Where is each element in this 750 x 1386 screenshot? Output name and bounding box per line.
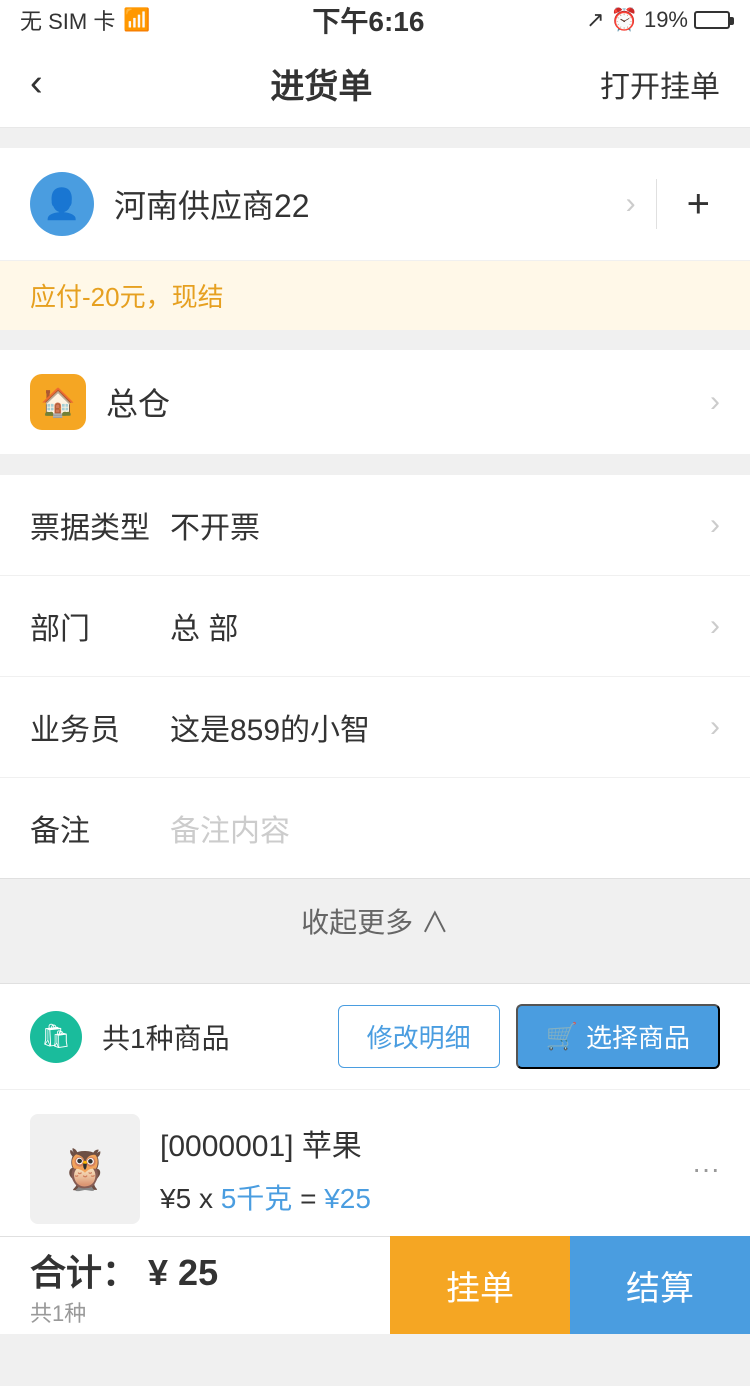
product-more-button[interactable]: ··· (692, 1153, 720, 1185)
sales-label: 业务员 (30, 705, 150, 749)
location-icon: ↗ (586, 7, 604, 33)
status-bar: 无 SIM 卡 📶 下午6:16 ↗ ⏰ 19% (0, 0, 750, 40)
back-button[interactable]: ‹ (30, 62, 43, 105)
invoice-row[interactable]: 票据类型 不开票 › (0, 474, 750, 575)
dept-chevron-icon: › (710, 609, 720, 643)
equals-sign: = (300, 1183, 324, 1214)
collapse-bar[interactable]: 收起更多 ∧ (0, 878, 750, 963)
invoice-label: 票据类型 (30, 503, 150, 547)
battery-icon (694, 11, 730, 29)
products-count: 共1种商品 (102, 1017, 338, 1057)
unit-price: ¥5 (160, 1183, 191, 1214)
product-title: 苹果 (302, 1130, 362, 1163)
avatar-icon: 👤 (43, 187, 80, 222)
products-header: 🛍 共1种商品 修改明细 🛒 选择商品 (0, 983, 750, 1089)
sales-row[interactable]: 业务员 这是859的小智 › (0, 676, 750, 777)
total-value: ¥ 25 (148, 1252, 218, 1293)
product-price: ¥5 x 5千克 = ¥25 (160, 1177, 692, 1217)
collapse-label: 收起更多 ∧ (301, 907, 449, 938)
open-hang-button[interactable]: 打开挂单 (600, 62, 720, 106)
invoice-chevron-icon: › (710, 508, 720, 542)
product-name: [0000001] 苹果 (160, 1121, 692, 1165)
cart-select-icon: 🛒 (546, 1021, 578, 1052)
supplier-row[interactable]: 👤 河南供应商22 › + (0, 148, 750, 261)
product-item: 🦉 [0000001] 苹果 ¥5 x 5千克 = ¥25 ··· (0, 1089, 750, 1248)
remark-row[interactable]: 备注 备注内容 (0, 777, 750, 878)
products-icon: 🛍 (30, 1011, 82, 1063)
notice-bar: 应付-20元，现结 (0, 261, 750, 330)
supplier-section: 👤 河南供应商22 › + 应付-20元，现结 (0, 148, 750, 330)
status-right: ↗ ⏰ 19% (586, 7, 730, 33)
select-product-button[interactable]: 🛒 选择商品 (516, 1004, 720, 1069)
sales-value: 这是859的小智 (150, 705, 710, 749)
page-title: 进货单 (270, 59, 372, 108)
supplier-avatar: 👤 (30, 172, 94, 236)
edit-detail-button[interactable]: 修改明细 (338, 1005, 500, 1068)
total-count: 共1种 (30, 1296, 360, 1328)
divider-1 (0, 128, 750, 148)
warehouse-chevron-icon: › (710, 385, 720, 419)
sales-chevron-icon: › (710, 710, 720, 744)
add-supplier-button[interactable]: + (677, 182, 720, 227)
warehouse-symbol: 🏠 (41, 386, 76, 419)
alarm-icon: ⏰ (611, 7, 638, 33)
total-amount: 合计： ¥ 25 (30, 1244, 360, 1296)
product-info: [0000001] 苹果 ¥5 x 5千克 = ¥25 (160, 1121, 692, 1217)
invoice-value: 不开票 (150, 503, 710, 547)
battery-text: 19% (644, 7, 688, 33)
status-left: 无 SIM 卡 📶 (20, 4, 151, 36)
product-total: ¥25 (324, 1183, 371, 1214)
total-section: 合计： ¥ 25 共1种 (0, 1236, 390, 1334)
product-thumb-icon: 🦉 (60, 1146, 110, 1193)
carrier-text: 无 SIM 卡 (20, 4, 115, 36)
dept-row[interactable]: 部门 总 部 › (0, 575, 750, 676)
vertical-divider (656, 179, 657, 229)
checkout-button[interactable]: 结算 (570, 1236, 750, 1334)
product-id: [0000001] (160, 1130, 293, 1163)
warehouse-section: 🏠 总仓 › (0, 350, 750, 454)
price-sep: x (199, 1183, 221, 1214)
remark-label: 备注 (30, 806, 150, 850)
bottom-bar: 合计： ¥ 25 共1种 挂单 结算 (0, 1236, 750, 1334)
warehouse-name: 总仓 (106, 379, 710, 425)
status-time: 下午6:16 (312, 0, 424, 40)
notice-text: 应付-20元，现结 (30, 282, 224, 312)
supplier-name: 河南供应商22 (114, 181, 626, 227)
product-thumbnail: 🦉 (30, 1114, 140, 1224)
total-label: 合计： (30, 1252, 138, 1293)
dept-label: 部门 (30, 604, 150, 648)
remark-input[interactable]: 备注内容 (150, 806, 720, 850)
supplier-chevron-icon: › (626, 187, 636, 221)
dept-value: 总 部 (150, 604, 710, 648)
hang-button[interactable]: 挂单 (390, 1236, 570, 1334)
divider-2 (0, 330, 750, 350)
select-product-label: 选择商品 (586, 1018, 690, 1055)
cart-icon: 🛍 (41, 1022, 71, 1051)
warehouse-icon: 🏠 (30, 374, 86, 430)
wifi-icon: 📶 (123, 7, 150, 33)
divider-3 (0, 454, 750, 474)
warehouse-row[interactable]: 🏠 总仓 › (0, 350, 750, 454)
form-section: 票据类型 不开票 › 部门 总 部 › 业务员 这是859的小智 › 备注 备注… (0, 474, 750, 878)
product-qty: 5千克 (221, 1183, 293, 1214)
nav-bar: ‹ 进货单 打开挂单 (0, 40, 750, 128)
